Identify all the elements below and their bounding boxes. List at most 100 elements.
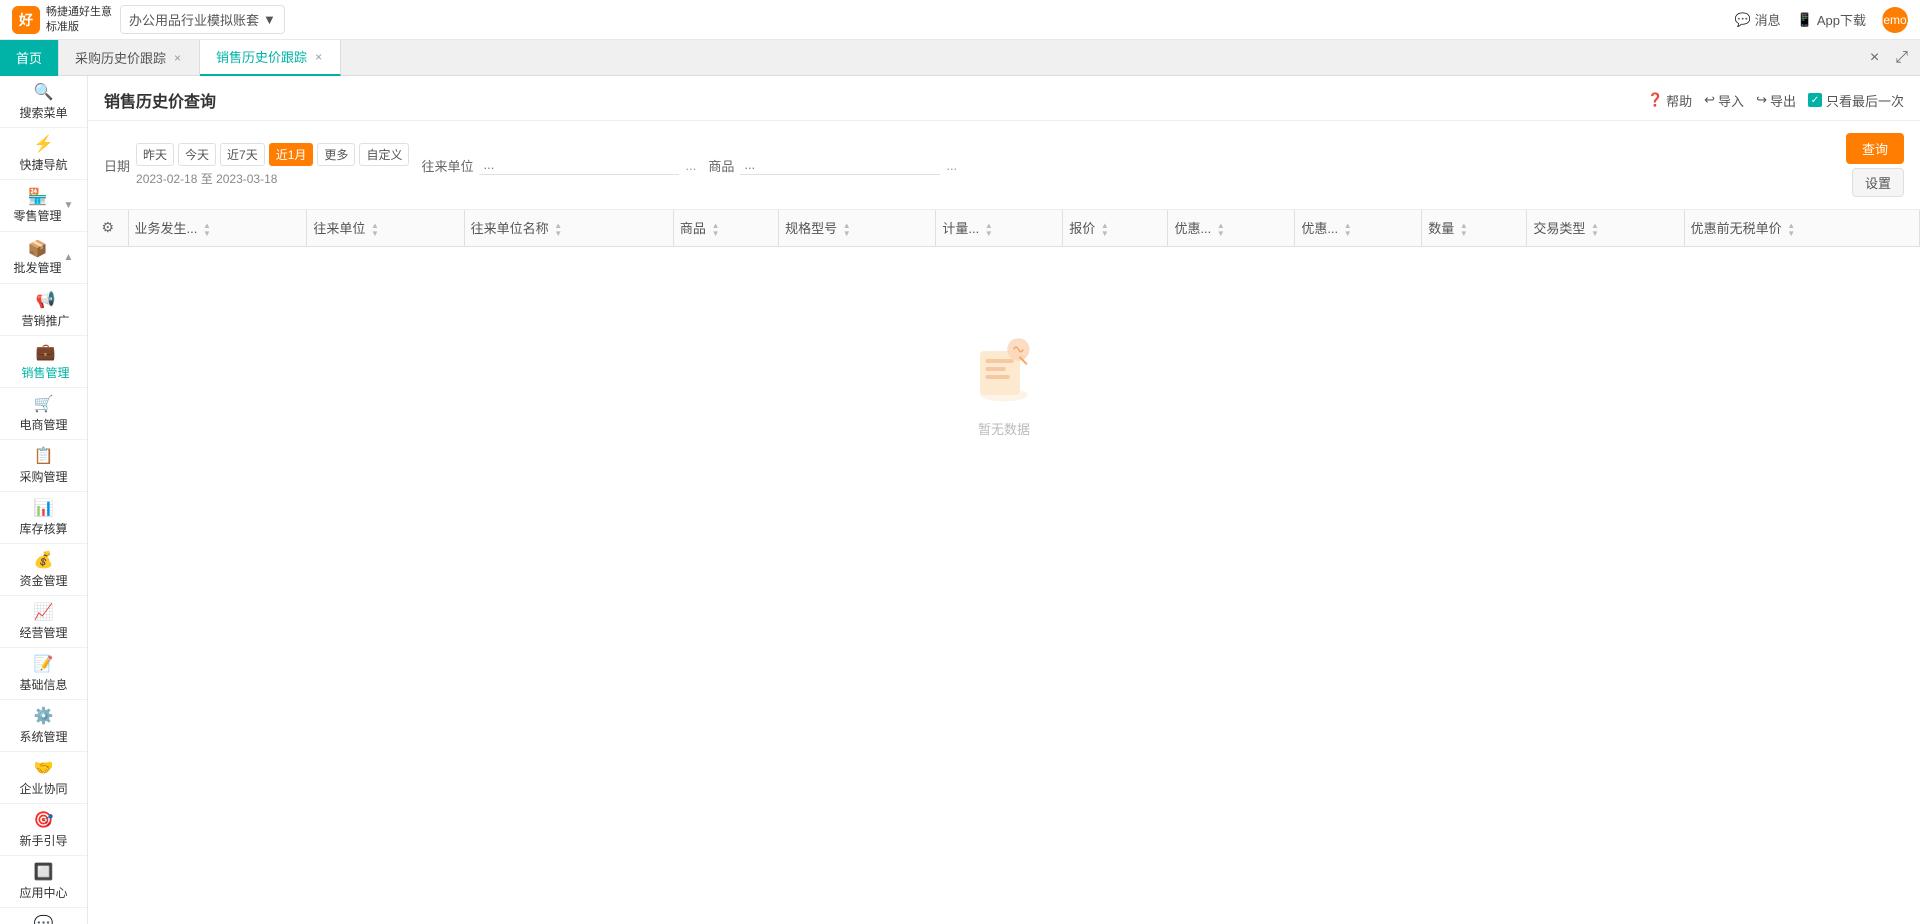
import-action[interactable]: ↩ 导入 <box>1704 91 1744 110</box>
sort-quantity-icon: ▲▼ <box>1460 222 1468 238</box>
table-col-biz-date[interactable]: 业务发生... ▲▼ <box>128 210 307 246</box>
date-last7-btn[interactable]: 近7天 <box>220 143 265 166</box>
operations-icon: 📈 <box>34 602 54 622</box>
tab-purchase-history-close[interactable]: × <box>172 49 183 67</box>
empty-text: 暂无数据 <box>978 419 1030 438</box>
basic-icon: 📝 <box>34 654 54 674</box>
date-last1m-btn[interactable]: 近1月 <box>269 143 314 166</box>
date-filter-label: 日期 <box>104 156 130 175</box>
goods-filter-input[interactable] <box>740 155 940 175</box>
sort-biz-date-icon: ▲▼ <box>203 222 211 238</box>
table-col-quantity[interactable]: 数量 ▲▼ <box>1422 210 1527 246</box>
help-action[interactable]: ❓ 帮助 <box>1647 91 1692 110</box>
tab-home[interactable]: 首页 <box>0 40 59 76</box>
sidebar-item-marketing[interactable]: 📢 营销推广 <box>0 284 87 336</box>
marketing-icon: 📢 <box>36 290 56 310</box>
goods-dots[interactable]: ... <box>946 158 957 173</box>
shortcut-icon: ⚡ <box>34 134 54 154</box>
company-selector[interactable]: 办公用品行业模拟账套 ▼ <box>120 5 285 34</box>
sidebar-item-shortcut[interactable]: ⚡ 快捷导航 <box>0 128 87 180</box>
table-col-discount1[interactable]: 优惠... ▲▼ <box>1168 210 1295 246</box>
filter-right-actions: 查询 设置 <box>1846 133 1904 197</box>
date-yesterday-btn[interactable]: 昨天 <box>136 143 174 166</box>
sidebar-item-sales-mgmt[interactable]: 💼 销售管理 <box>0 336 87 388</box>
sidebar-item-guide[interactable]: 🎯 新手引导 <box>0 804 87 856</box>
sort-pre-discount-price-icon: ▲▼ <box>1787 222 1795 238</box>
sidebar-item-finance[interactable]: 💰 资金管理 <box>0 544 87 596</box>
date-today-btn[interactable]: 今天 <box>178 143 216 166</box>
header-left: 好 畅捷通好生意 标准版 办公用品行业模拟账套 ▼ <box>12 5 285 34</box>
table-col-partner-code[interactable]: 往来单位 ▲▼ <box>307 210 464 246</box>
table-col-discount2[interactable]: 优惠... ▲▼ <box>1295 210 1422 246</box>
table-header-row: ⚙ 业务发生... ▲▼ 往来单位 ▲▼ 往来单位名称 ▲▼ <box>88 210 1920 246</box>
sidebar-item-operations[interactable]: 📈 经营管理 <box>0 596 87 648</box>
date-buttons: 昨天 今天 近7天 近1月 更多 自定义 <box>136 143 409 166</box>
table-col-pre-discount-price[interactable]: 优惠前无税单价 ▲▼ <box>1684 210 1919 246</box>
query-button[interactable]: 查询 <box>1846 133 1904 164</box>
partner-dots[interactable]: ... <box>685 158 696 173</box>
table-col-partner-name[interactable]: 往来单位名称 ▲▼ <box>464 210 673 246</box>
tab-bar-actions: × ⤢ <box>1866 45 1920 71</box>
sidebar-item-apps[interactable]: 🔲 应用中心 <box>0 856 87 908</box>
table-area: ⚙ 业务发生... ▲▼ 往来单位 ▲▼ 往来单位名称 ▲▼ <box>88 210 1920 924</box>
message-action[interactable]: 💬 消息 <box>1734 10 1780 29</box>
filter-area: 日期 昨天 今天 近7天 近1月 更多 自定义 2023-02-18 至 202… <box>88 121 1920 210</box>
purchase-icon: 📋 <box>34 446 54 466</box>
filter-date-group: 日期 昨天 今天 近7天 近1月 更多 自定义 2023-02-18 至 202… <box>104 143 409 187</box>
table-col-spec[interactable]: 规格型号 ▲▼ <box>779 210 936 246</box>
search-icon: 🔍 <box>34 82 54 102</box>
logo-text: 畅捷通好生意 标准版 <box>46 5 112 34</box>
app-download-action[interactable]: 📱 App下载 <box>1797 10 1866 29</box>
sidebar-item-purchase[interactable]: 📋 采购管理 <box>0 440 87 492</box>
wechat-icon: 💬 <box>34 914 54 924</box>
tab-maximize-button[interactable]: ⤢ <box>1891 45 1912 71</box>
date-range-display: 2023-02-18 至 2023-03-18 <box>136 170 409 187</box>
date-more-btn[interactable]: 更多 <box>317 143 355 166</box>
table-col-unit[interactable]: 计量... ▲▼ <box>936 210 1063 246</box>
content-area: 销售历史价查询 ❓ 帮助 ↩ 导入 ↪ 导出 ✓ 只看最后一次 <box>88 76 1920 924</box>
sort-trade-type-icon: ▲▼ <box>1591 222 1599 238</box>
avatar: demo2 <box>1882 7 1908 33</box>
tab-purchase-history[interactable]: 采购历史价跟踪 × <box>59 40 200 76</box>
sidebar-item-ecommerce[interactable]: 🛒 电商管理 <box>0 388 87 440</box>
export-action[interactable]: ↪ 导出 <box>1756 91 1796 110</box>
tab-sales-history-close[interactable]: × <box>313 48 324 66</box>
finance-icon: 💰 <box>34 550 54 570</box>
empty-illustration <box>964 327 1044 407</box>
only-last-checkbox[interactable]: ✓ 只看最后一次 <box>1808 91 1904 110</box>
sidebar-item-retail[interactable]: 🏪 零售管理 ▼ <box>0 180 87 232</box>
wholesale-arrow-icon: ▲ <box>64 252 74 263</box>
sort-partner-name-icon: ▲▼ <box>554 222 562 238</box>
goods-filter-label: 商品 <box>708 156 734 175</box>
sort-discount2-icon: ▲▼ <box>1344 222 1352 238</box>
guide-icon: 🎯 <box>34 810 54 830</box>
user-avatar-action[interactable]: demo2 <box>1882 7 1908 33</box>
sidebar-item-inventory[interactable]: 📊 库存核算 <box>0 492 87 544</box>
tab-close-all-button[interactable]: × <box>1866 45 1883 71</box>
settings-button[interactable]: 设置 <box>1852 168 1904 197</box>
gear-icon[interactable]: ⚙ <box>101 219 114 235</box>
sidebar-item-system[interactable]: ⚙️ 系统管理 <box>0 700 87 752</box>
sidebar-item-basic[interactable]: 📝 基础信息 <box>0 648 87 700</box>
table-col-trade-type[interactable]: 交易类型 ▲▼ <box>1527 210 1684 246</box>
sidebar-item-search[interactable]: 🔍 搜索菜单 <box>0 76 87 128</box>
enterprise-icon: 🤝 <box>34 758 54 778</box>
logo-area: 好 畅捷通好生意 标准版 <box>12 5 112 34</box>
partner-filter-input[interactable] <box>479 155 679 175</box>
table-col-goods[interactable]: 商品 ▲▼ <box>673 210 778 246</box>
download-icon: 📱 <box>1797 12 1813 28</box>
filter-partner-group: 往来单位 ... <box>421 155 696 175</box>
date-custom-btn[interactable]: 自定义 <box>359 143 409 166</box>
filter-row: 日期 昨天 今天 近7天 近1月 更多 自定义 2023-02-18 至 202… <box>104 133 1904 197</box>
apps-icon: 🔲 <box>34 862 54 882</box>
sidebar-item-wechat[interactable]: 💬 企业微信 <box>0 908 87 924</box>
sort-spec-icon: ▲▼ <box>843 222 851 238</box>
sidebar-item-wholesale[interactable]: 📦 批发管理 ▲ <box>0 232 87 284</box>
sidebar-item-enterprise[interactable]: 🤝 企业协同 <box>0 752 87 804</box>
tab-sales-history[interactable]: 销售历史价跟踪 × <box>200 40 341 76</box>
empty-state: 暂无数据 <box>88 247 1920 518</box>
table-col-settings[interactable]: ⚙ <box>88 210 128 246</box>
page-header: 销售历史价查询 ❓ 帮助 ↩ 导入 ↪ 导出 ✓ 只看最后一次 <box>88 76 1920 121</box>
table-col-quoted-price[interactable]: 报价 ▲▼ <box>1063 210 1168 246</box>
wholesale-icon: 📦 <box>28 239 48 259</box>
